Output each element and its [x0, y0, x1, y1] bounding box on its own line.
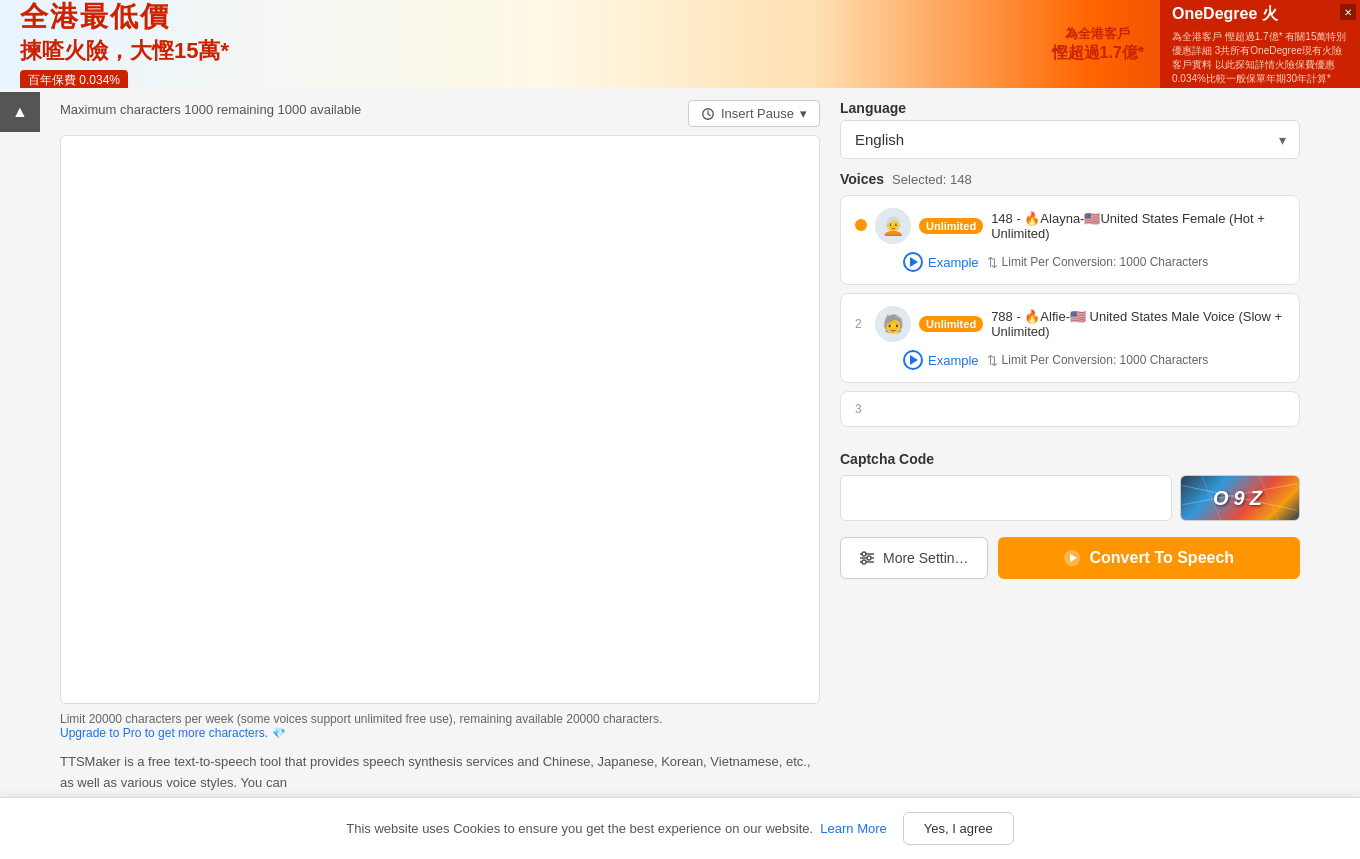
right-panel: Language English Voices Selected: 148 🧑‍… [840, 100, 1300, 794]
voice-limit-1: ⇅ Limit Per Conversion: 1000 Characters [987, 255, 1209, 270]
limit-text-2: Limit Per Conversion: 1000 Characters [1002, 353, 1209, 367]
svg-point-9 [867, 556, 871, 560]
voice-play-2[interactable]: Example [903, 350, 979, 370]
ad-badge: 百年保費 0.034% [20, 70, 128, 89]
clock-icon [701, 107, 715, 121]
voice-name-1: 148 - 🔥Alayna-🇺🇸United States Female (Ho… [991, 211, 1285, 241]
svg-point-10 [862, 560, 866, 564]
actions-row: More Settin… Convert To Speech [840, 537, 1300, 579]
limit-icon-1: ⇅ [987, 255, 998, 270]
scroll-top-button[interactable]: ▲ [0, 92, 40, 132]
ad-for-customers: 為全港客戶 [1065, 25, 1130, 43]
captcha-row: O9Z [840, 475, 1300, 521]
cookie-banner: This website uses Cookies to ensure you … [0, 797, 1360, 806]
voices-section: Voices Selected: 148 🧑‍🦳 Unlimited 148 -… [840, 171, 1300, 435]
voice-card-1[interactable]: 🧑‍🦳 Unlimited 148 - 🔥Alayna-🇺🇸United Sta… [840, 195, 1300, 285]
ad-subtitle: 揀喳火險，大慳15萬* [20, 36, 229, 66]
language-section: Language English [840, 100, 1300, 159]
tts-description: TTSMaker is a free text-to-speech tool t… [60, 752, 820, 794]
ad-logo: OneDegree 火 [1172, 2, 1278, 26]
captcha-input[interactable] [840, 475, 1172, 521]
insert-pause-chevron: ▾ [800, 106, 807, 121]
text-area-wrapper [60, 135, 820, 704]
voice-avatar-2: 🧓 [875, 306, 911, 342]
ad-close-icon[interactable]: ✕ [1340, 4, 1356, 20]
captcha-lines [1181, 476, 1299, 520]
main-container: Maximum characters 1000 remaining 1000 a… [0, 88, 1360, 806]
svg-line-2 [1183, 484, 1298, 505]
language-select[interactable]: English [840, 120, 1300, 159]
voices-selected: Selected: 148 [892, 172, 972, 187]
speaker-icon [1063, 549, 1081, 567]
voice-limit-2: ⇅ Limit Per Conversion: 1000 Characters [987, 353, 1209, 368]
convert-label: Convert To Speech [1089, 549, 1234, 567]
svg-line-4 [1259, 476, 1278, 520]
ad-right-text: 為全港客戶 慳超過1.7億* 有關15萬特別優惠詳細 3共所有OneDegree… [1172, 30, 1348, 86]
svg-line-1 [1183, 486, 1298, 511]
svg-point-8 [862, 552, 866, 556]
main-text-input[interactable] [73, 148, 807, 688]
play-circle-2 [903, 350, 923, 370]
settings-icon [859, 550, 875, 566]
voice-badge-1: Unlimited [919, 218, 983, 234]
insert-pause-label: Insert Pause [721, 106, 794, 121]
voice-avatar-1: 🧑‍🦳 [875, 208, 911, 244]
voices-label: Voices [840, 171, 884, 187]
voice-badge-2: Unlimited [919, 316, 983, 332]
captcha-section: Captcha Code O9Z [840, 451, 1300, 521]
voice-number-2: 2 [855, 317, 867, 331]
voice-example-2: Example [928, 353, 979, 368]
ad-title: 全港最低價 [20, 0, 170, 36]
insert-pause-button[interactable]: Insert Pause ▾ [688, 100, 820, 127]
ad-graphic: 為全港客戶 慳超過1.7億* [1036, 25, 1160, 64]
ad-banner: 全港最低價 揀喳火險，大慳15萬* 百年保費 0.034% 為全港客戶 慳超過1… [0, 0, 1360, 88]
voice-number-1 [855, 219, 867, 234]
voice-card-3[interactable]: 3 [840, 391, 1300, 427]
play-triangle-2 [910, 355, 918, 365]
play-circle-1 [903, 252, 923, 272]
more-settings-label: More Settin… [883, 550, 969, 566]
ad-left: 全港最低價 揀喳火險，大慳15萬* 百年保費 0.034% [0, 0, 1036, 88]
convert-to-speech-button[interactable]: Convert To Speech [998, 537, 1300, 579]
limit-icon-2: ⇅ [987, 353, 998, 368]
voice-selected-dot-1 [855, 219, 867, 231]
captcha-label: Captcha Code [840, 451, 1300, 467]
upgrade-link[interactable]: Upgrade to Pro to get more characters. [60, 726, 820, 740]
voice-card-2[interactable]: 2 🧓 Unlimited 788 - 🔥Alfie-🇺🇸 United Sta… [840, 293, 1300, 383]
language-select-wrapper: English [840, 120, 1300, 159]
voice-play-1[interactable]: Example [903, 252, 979, 272]
char-info: Maximum characters 1000 remaining 1000 a… [60, 102, 361, 117]
voice-name-2: 788 - 🔥Alfie-🇺🇸 United States Male Voice… [991, 309, 1285, 339]
play-triangle-1 [910, 257, 918, 267]
left-panel: Maximum characters 1000 remaining 1000 a… [60, 100, 820, 794]
language-label: Language [840, 100, 906, 116]
more-settings-button[interactable]: More Settin… [840, 537, 988, 579]
char-limit-note: Limit 20000 characters per week (some vo… [60, 712, 820, 726]
limit-text-1: Limit Per Conversion: 1000 Characters [1002, 255, 1209, 269]
voice-example-1: Example [928, 255, 979, 270]
voice-number-3: 3 [855, 402, 862, 416]
captcha-image: O9Z [1180, 475, 1300, 521]
ad-savings: 慳超過1.7億* [1052, 43, 1144, 64]
ad-right: OneDegree 火 為全港客戶 慳超過1.7億* 有關15萬特別優惠詳細 3… [1160, 0, 1360, 88]
